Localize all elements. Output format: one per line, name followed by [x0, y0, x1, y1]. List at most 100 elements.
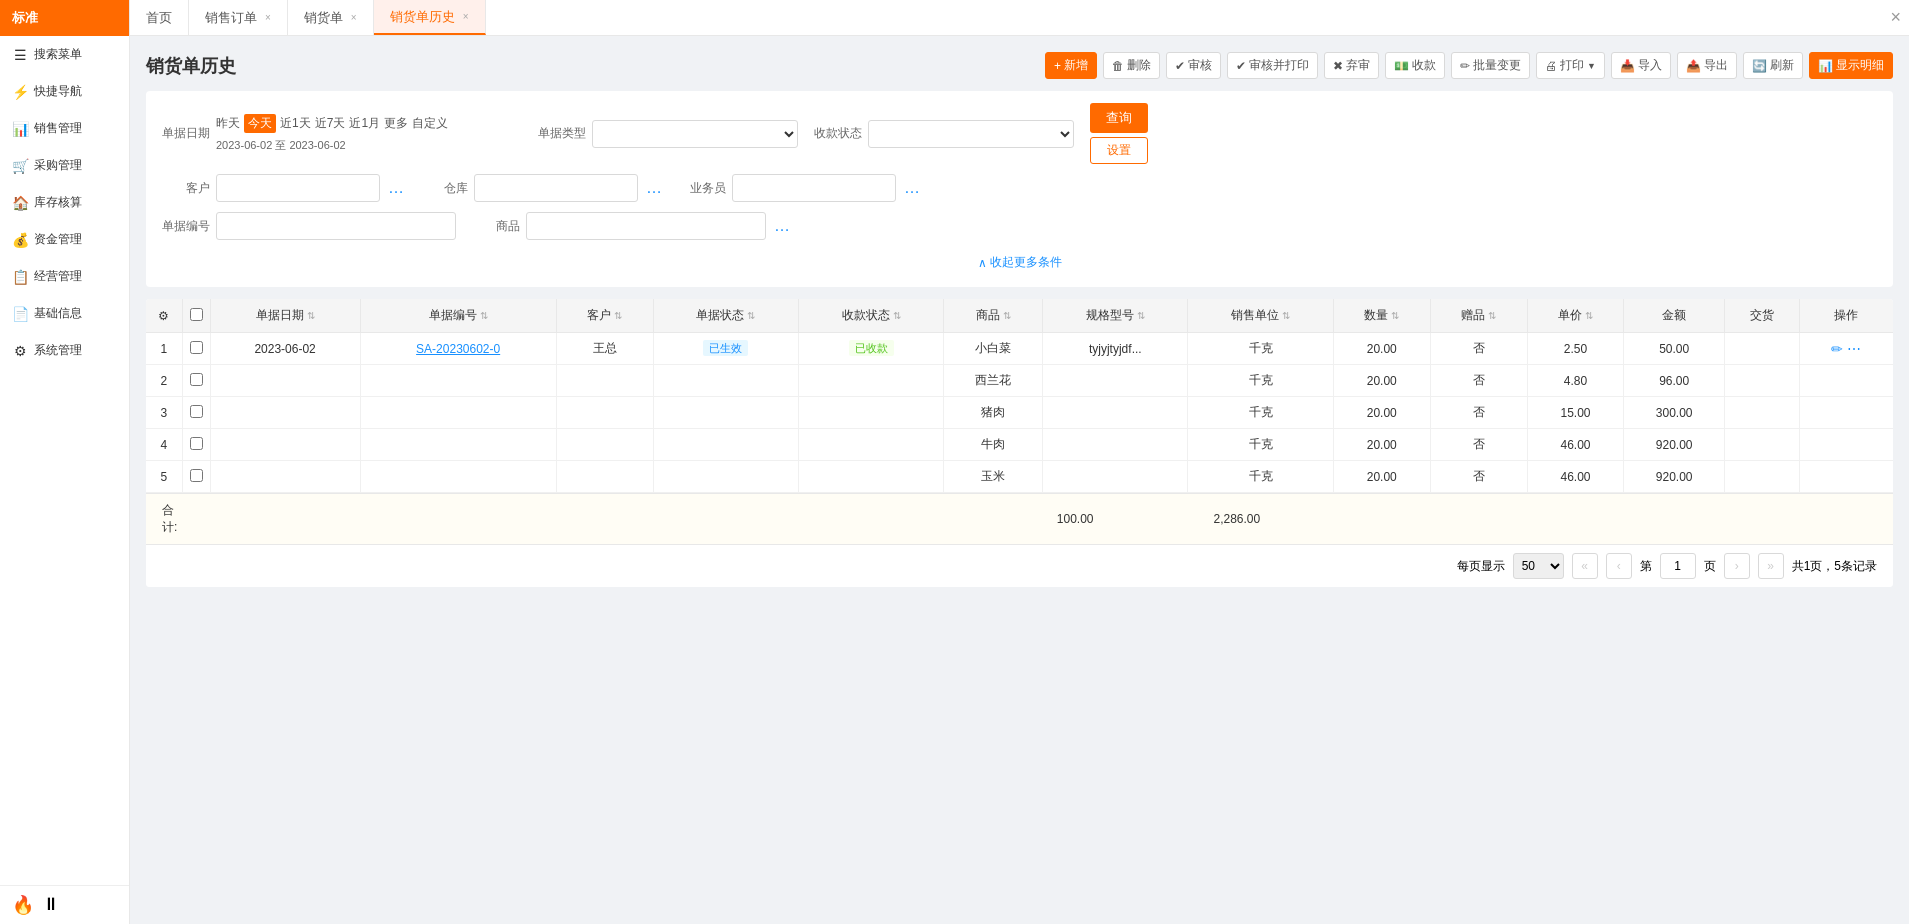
filter-panel: 单据日期 昨天 今天 近1天 近7天 近1月 更多 自定义 2023-06-02… [146, 91, 1893, 287]
shortcut-1day[interactable]: 近1天 [280, 115, 311, 132]
receive-button[interactable]: 💵 收款 [1385, 52, 1445, 79]
next-page-button[interactable]: › [1724, 553, 1750, 579]
doc-no-link[interactable]: SA-20230602-0 [416, 342, 500, 356]
edit-action[interactable]: ✏ [1831, 341, 1843, 357]
shortcut-custom[interactable]: 自定义 [412, 115, 448, 132]
delete-icon: 🗑 [1112, 59, 1124, 73]
fire-icon[interactable]: 🔥 [12, 894, 34, 916]
th-gift[interactable]: 赠品 ⇅ [1430, 299, 1527, 333]
collapse-button[interactable]: ∧ 收起更多条件 [162, 250, 1877, 275]
salesperson-picker-icon[interactable]: … [904, 179, 920, 197]
payment-status-select[interactable] [868, 120, 1074, 148]
row-checkbox[interactable] [182, 333, 210, 365]
shortcut-more[interactable]: 更多 [384, 115, 408, 132]
sidebar-item-quick-nav[interactable]: ⚡ 快捷导航 [0, 73, 129, 110]
th-doc-status[interactable]: 单据状态 ⇅ [653, 299, 798, 333]
show-detail-button[interactable]: 📊 显示明细 [1809, 52, 1893, 79]
th-goods[interactable]: 商品 ⇅ [944, 299, 1043, 333]
page-number-input[interactable] [1660, 553, 1696, 579]
tab-home[interactable]: 首页 [130, 0, 189, 35]
sidebar-item-sys-mgmt[interactable]: ⚙ 系统管理 [0, 332, 129, 369]
import-button[interactable]: 📥 导入 [1611, 52, 1671, 79]
select-all-checkbox[interactable] [190, 308, 203, 321]
tab-sales-delivery-close[interactable]: × [351, 12, 357, 23]
shortcut-7day[interactable]: 近7天 [315, 115, 346, 132]
doc-status: 已生效 [653, 333, 798, 365]
doc-no-sort-icon: ⇅ [480, 310, 488, 321]
doc-no[interactable]: SA-20230602-0 [360, 333, 556, 365]
doc-type-select[interactable] [592, 120, 798, 148]
th-spec[interactable]: 规格型号 ⇅ [1043, 299, 1188, 333]
tab-sales-history[interactable]: 销货单历史 × [374, 0, 486, 35]
row-select-checkbox[interactable] [190, 373, 203, 386]
sidebar-item-sales-mgmt[interactable]: 📊 销售管理 [0, 110, 129, 147]
shortcut-today[interactable]: 今天 [244, 114, 276, 133]
print-button[interactable]: 🖨 打印 ▼ [1536, 52, 1605, 79]
discard-label: 弃审 [1346, 57, 1370, 74]
th-payment-status[interactable]: 收款状态 ⇅ [798, 299, 943, 333]
th-actions: 操作 [1799, 299, 1893, 333]
shortcut-yesterday[interactable]: 昨天 [216, 115, 240, 132]
row-checkbox[interactable] [182, 365, 210, 397]
warehouse-label: 仓库 [420, 180, 468, 197]
th-customer[interactable]: 客户 ⇅ [556, 299, 653, 333]
first-page-button[interactable]: « [1572, 553, 1598, 579]
new-button[interactable]: + 新增 [1045, 52, 1097, 79]
row-select-checkbox[interactable] [190, 341, 203, 354]
batch-change-button[interactable]: ✏ 批量变更 [1451, 52, 1530, 79]
export-button[interactable]: 📤 导出 [1677, 52, 1737, 79]
tab-sales-delivery[interactable]: 销货单 × [288, 0, 374, 35]
query-button[interactable]: 查询 [1090, 103, 1148, 133]
page-size-select[interactable]: 50 100 [1513, 553, 1564, 579]
sidebar-item-finance-mgmt[interactable]: 💰 资金管理 [0, 221, 129, 258]
doc-status-sort-icon: ⇅ [747, 310, 755, 321]
row-select-checkbox[interactable] [190, 469, 203, 482]
th-doc-date[interactable]: 单据日期 ⇅ [210, 299, 360, 333]
th-unit-price[interactable]: 单价 ⇅ [1527, 299, 1624, 333]
prev-page-button[interactable]: ‹ [1606, 553, 1632, 579]
customer-input[interactable] [216, 174, 380, 202]
th-unit[interactable]: 销售单位 ⇅ [1188, 299, 1333, 333]
warehouse-picker-icon[interactable]: … [646, 179, 662, 197]
filter-settings-button[interactable]: 设置 [1090, 137, 1148, 164]
tab-sales-order-close[interactable]: × [265, 12, 271, 23]
th-settings[interactable]: ⚙ [146, 299, 182, 333]
table-settings-icon[interactable]: ⚙ [158, 309, 169, 323]
goods-input[interactable] [526, 212, 766, 240]
last-page-button[interactable]: » [1758, 553, 1784, 579]
more-action[interactable]: ⋯ [1847, 341, 1861, 357]
table-header-row: ⚙ 单据日期 ⇅ 单据编号 [146, 299, 1893, 333]
doc-no-input[interactable] [216, 212, 456, 240]
sidebar-item-label: 资金管理 [34, 231, 82, 248]
row-checkbox[interactable] [182, 397, 210, 429]
tab-bar-close[interactable]: × [1890, 7, 1909, 28]
filter-row-1: 单据日期 昨天 今天 近1天 近7天 近1月 更多 自定义 2023-06-02… [162, 103, 1877, 164]
th-doc-no[interactable]: 单据编号 ⇅ [360, 299, 556, 333]
actions[interactable]: ✏⋯ [1799, 333, 1893, 365]
sidebar-item-ops-mgmt[interactable]: 📋 经营管理 [0, 258, 129, 295]
shortcut-1month[interactable]: 近1月 [349, 115, 380, 132]
sidebar-item-basic-info[interactable]: 📄 基础信息 [0, 295, 129, 332]
discard-button[interactable]: ✖ 弃审 [1324, 52, 1379, 79]
sidebar-item-inventory[interactable]: 🏠 库存核算 [0, 184, 129, 221]
sidebar-item-purchase-mgmt[interactable]: 🛒 采购管理 [0, 147, 129, 184]
delete-button[interactable]: 🗑 删除 [1103, 52, 1160, 79]
refresh-button[interactable]: 🔄 刷新 [1743, 52, 1803, 79]
audit-button[interactable]: ✔ 审核 [1166, 52, 1221, 79]
row-num: 1 [146, 333, 182, 365]
goods-picker-icon[interactable]: … [774, 217, 790, 235]
pause-icon[interactable]: ⏸ [42, 894, 60, 916]
audit-print-button[interactable]: ✔ 审核并打印 [1227, 52, 1318, 79]
row-checkbox[interactable] [182, 429, 210, 461]
row-select-checkbox[interactable] [190, 437, 203, 450]
th-quantity[interactable]: 数量 ⇅ [1333, 299, 1430, 333]
customer-picker-icon[interactable]: … [388, 179, 404, 197]
row-checkbox[interactable] [182, 461, 210, 493]
sidebar-item-search-menu[interactable]: ☰ 搜索菜单 [0, 36, 129, 73]
salesperson-input[interactable] [732, 174, 896, 202]
tab-sales-order[interactable]: 销售订单 × [189, 0, 288, 35]
tab-sales-history-close[interactable]: × [463, 11, 469, 22]
warehouse-input[interactable] [474, 174, 638, 202]
gift-sort-icon: ⇅ [1488, 310, 1496, 321]
row-select-checkbox[interactable] [190, 405, 203, 418]
